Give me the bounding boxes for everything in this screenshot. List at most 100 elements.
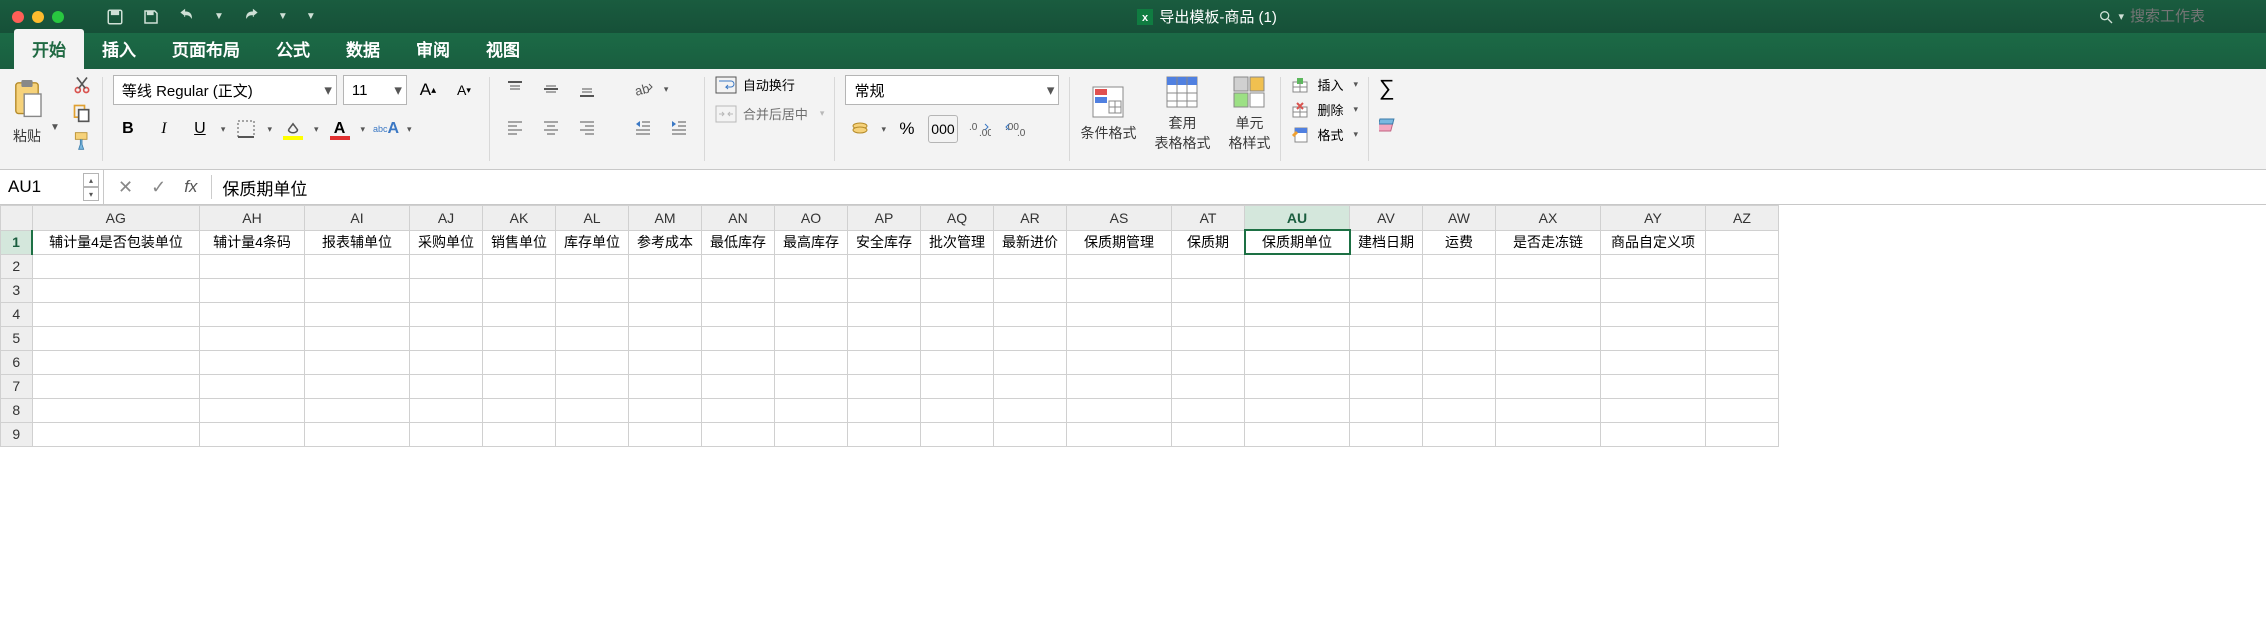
cell-AS3[interactable] (1067, 278, 1172, 302)
cell-AH9[interactable] (200, 422, 305, 446)
column-header-AP[interactable]: AP (848, 206, 921, 231)
cell-AK9[interactable] (483, 422, 556, 446)
phonetic-dropdown-icon[interactable]: ▾ (407, 124, 412, 135)
cell-AL4[interactable] (556, 302, 629, 326)
comma-format-icon[interactable]: 000 (928, 115, 958, 143)
tab-home[interactable]: 开始 (14, 29, 84, 69)
column-header-AL[interactable]: AL (556, 206, 629, 231)
spreadsheet-grid[interactable]: AGAHAIAJAKALAMANAOAPAQARASATAUAVAWAXAYAZ… (0, 205, 1779, 447)
cell-AT2[interactable] (1172, 254, 1245, 278)
cell-AP2[interactable] (848, 254, 921, 278)
tab-data[interactable]: 数据 (328, 29, 398, 69)
fx-icon[interactable]: fx (184, 177, 197, 197)
column-header-AV[interactable]: AV (1350, 206, 1423, 231)
cell-AH8[interactable] (200, 398, 305, 422)
cell-AM6[interactable] (629, 350, 702, 374)
tab-formulas[interactable]: 公式 (258, 29, 328, 69)
accounting-format-icon[interactable] (845, 115, 875, 143)
cell-AL7[interactable] (556, 374, 629, 398)
cell-AH1[interactable]: 辅计量4条码 (200, 230, 305, 254)
increase-decimal-icon[interactable]: .0.00 (964, 115, 994, 143)
cell-AN8[interactable] (702, 398, 775, 422)
cell-AJ5[interactable] (410, 326, 483, 350)
cell-AX3[interactable] (1496, 278, 1601, 302)
cell-AR5[interactable] (994, 326, 1067, 350)
redo-icon[interactable] (242, 8, 260, 26)
cell-AO8[interactable] (775, 398, 848, 422)
cell-AR4[interactable] (994, 302, 1067, 326)
cell-AY5[interactable] (1601, 326, 1706, 350)
cell-AI4[interactable] (305, 302, 410, 326)
worksheet-area[interactable]: AGAHAIAJAKALAMANAOAPAQARASATAUAVAWAXAYAZ… (0, 205, 2266, 447)
column-header-AQ[interactable]: AQ (921, 206, 994, 231)
cell-AK7[interactable] (483, 374, 556, 398)
undo-icon[interactable] (178, 8, 196, 26)
autosum-icon[interactable]: ∑ (1379, 75, 1395, 101)
decrease-indent-icon[interactable] (628, 113, 658, 141)
cut-icon[interactable] (72, 75, 92, 95)
cell-AQ4[interactable] (921, 302, 994, 326)
font-size-combo[interactable]: 11▾ (343, 75, 407, 105)
cell-AV9[interactable] (1350, 422, 1423, 446)
cell-AX5[interactable] (1496, 326, 1601, 350)
cell-AJ2[interactable] (410, 254, 483, 278)
cell-AZ7[interactable] (1706, 374, 1779, 398)
cell-AH2[interactable] (200, 254, 305, 278)
font-color-icon[interactable]: A (325, 115, 355, 143)
cell-AW8[interactable] (1423, 398, 1496, 422)
cell-AM2[interactable] (629, 254, 702, 278)
cell-AM9[interactable] (629, 422, 702, 446)
format-as-table-button[interactable]: 套用 表格格式 (1154, 75, 1210, 153)
redo-dropdown-icon[interactable]: ▼ (278, 11, 288, 22)
align-center-icon[interactable] (536, 113, 566, 141)
wrap-text-button[interactable]: 自动换行 (715, 75, 825, 94)
cell-AY6[interactable] (1601, 350, 1706, 374)
cell-AG3[interactable] (32, 278, 200, 302)
cell-AO6[interactable] (775, 350, 848, 374)
autosave-icon[interactable] (106, 8, 124, 26)
column-header-AH[interactable]: AH (200, 206, 305, 231)
cell-AQ9[interactable] (921, 422, 994, 446)
cell-AG1[interactable]: 辅计量4是否包装单位 (32, 230, 200, 254)
cell-AZ5[interactable] (1706, 326, 1779, 350)
cell-AU3[interactable] (1245, 278, 1350, 302)
cell-AI2[interactable] (305, 254, 410, 278)
cell-AY4[interactable] (1601, 302, 1706, 326)
cell-AG8[interactable] (32, 398, 200, 422)
cell-AZ3[interactable] (1706, 278, 1779, 302)
cell-AZ9[interactable] (1706, 422, 1779, 446)
cell-AN5[interactable] (702, 326, 775, 350)
cancel-formula-icon[interactable]: ✕ (118, 177, 133, 198)
column-header-AT[interactable]: AT (1172, 206, 1245, 231)
cell-AL9[interactable] (556, 422, 629, 446)
select-all-corner[interactable] (1, 206, 33, 231)
orientation-icon[interactable]: ab (628, 75, 658, 103)
cell-AW7[interactable] (1423, 374, 1496, 398)
cell-AZ4[interactable] (1706, 302, 1779, 326)
cell-AR2[interactable] (994, 254, 1067, 278)
cell-AQ3[interactable] (921, 278, 994, 302)
cell-AS2[interactable] (1067, 254, 1172, 278)
close-window-button[interactable] (12, 11, 24, 23)
cell-AV8[interactable] (1350, 398, 1423, 422)
cell-AO7[interactable] (775, 374, 848, 398)
cell-AJ6[interactable] (410, 350, 483, 374)
cell-AV2[interactable] (1350, 254, 1423, 278)
copy-icon[interactable] (72, 103, 92, 123)
cell-AY3[interactable] (1601, 278, 1706, 302)
cell-AN1[interactable]: 最低库存 (702, 230, 775, 254)
cell-AQ8[interactable] (921, 398, 994, 422)
cell-AK2[interactable] (483, 254, 556, 278)
zoom-window-button[interactable] (52, 11, 64, 23)
row-header-3[interactable]: 3 (1, 278, 33, 302)
cell-AI3[interactable] (305, 278, 410, 302)
cell-AH6[interactable] (200, 350, 305, 374)
cell-AG9[interactable] (32, 422, 200, 446)
cell-AX1[interactable]: 是否走冻链 (1496, 230, 1601, 254)
qat-customize-icon[interactable]: ▼ (306, 11, 316, 22)
cell-AZ8[interactable] (1706, 398, 1779, 422)
increase-indent-icon[interactable] (664, 113, 694, 141)
cell-AJ4[interactable] (410, 302, 483, 326)
cell-AN7[interactable] (702, 374, 775, 398)
cell-AN3[interactable] (702, 278, 775, 302)
